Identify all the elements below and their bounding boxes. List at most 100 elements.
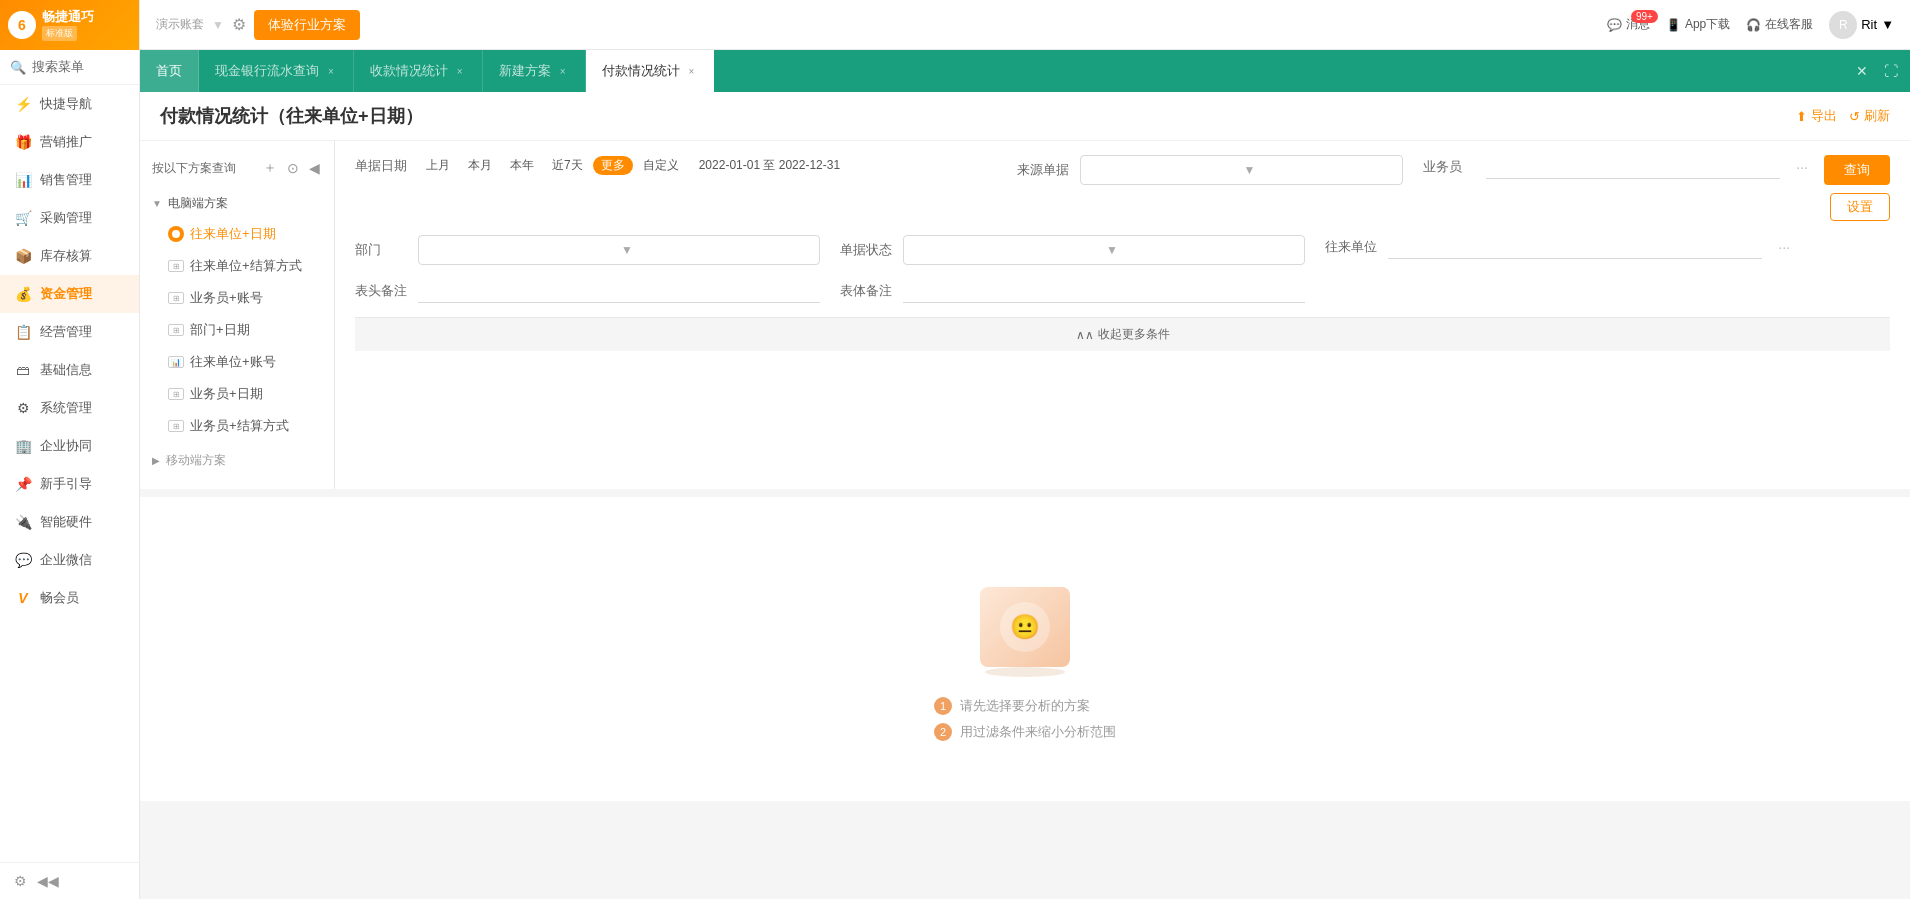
sidebar-item-guide[interactable]: 📌 新手引导	[0, 465, 139, 503]
service-icon: 🎧	[1746, 18, 1761, 32]
scheme-item-unit-date[interactable]: 往来单位+日期	[140, 218, 334, 250]
enterprise-icon: 🏢	[14, 437, 32, 455]
scheme-item-dept-date[interactable]: ⊞ 部门+日期	[140, 314, 334, 346]
scheme-item-unit-date-label: 往来单位+日期	[190, 225, 276, 243]
fund-label: 资金管理	[40, 285, 92, 303]
trial-btn[interactable]: 体验行业方案	[254, 10, 360, 40]
related-unit-more-btn[interactable]: ···	[1770, 239, 1790, 255]
tab-collection-label: 收款情况统计	[370, 62, 448, 80]
user-name: Rit	[1861, 17, 1877, 32]
collapse-label: 收起更多条件	[1098, 326, 1170, 343]
topbar: 演示账套 ▼ ⚙ 体验行业方案 💬 消息 99+ 📱 App下载 🎧 在线客服 …	[140, 0, 1910, 50]
quick-nav-icon: ⚡	[14, 95, 32, 113]
vip-icon: V	[14, 589, 32, 607]
scheme-section-desktop-header[interactable]: ▼ 电脑端方案	[140, 189, 334, 218]
date-more-btn[interactable]: 更多	[593, 156, 633, 175]
scheme-item-table-icon2: ⊞	[168, 292, 184, 304]
company-name: 演示账套	[156, 16, 204, 33]
sidebar-item-purchase[interactable]: 🛒 采购管理	[0, 199, 139, 237]
date-this-month-btn[interactable]: 本月	[460, 155, 500, 176]
scheme-item-salesperson-account[interactable]: ⊞ 业务员+账号	[140, 282, 334, 314]
table-head-remark-input[interactable]	[418, 279, 820, 303]
footer-settings-btn[interactable]: ⚙	[14, 873, 27, 889]
export-label: 导出	[1811, 107, 1837, 125]
tab-new-scheme-close[interactable]: ×	[557, 65, 569, 78]
sidebar-item-quick-nav[interactable]: ⚡ 快捷导航	[0, 85, 139, 123]
tab-cash-flow[interactable]: 现金银行流水查询 ×	[199, 50, 354, 92]
scheme-item-dept-date-label: 部门+日期	[190, 321, 250, 339]
tab-new-scheme-label: 新建方案	[499, 62, 551, 80]
scheme-section-mobile-header[interactable]: ▶ 移动端方案	[140, 446, 334, 475]
scheme-item-chart-icon: 📊	[168, 356, 184, 368]
close-all-btn[interactable]: ✕	[1852, 61, 1872, 81]
tab-collection-close[interactable]: ×	[454, 65, 466, 78]
sidebar-item-operation[interactable]: 📋 经营管理	[0, 313, 139, 351]
date-last-7-days-btn[interactable]: 近7天	[544, 155, 591, 176]
scheme-item-salesperson-date[interactable]: ⊞ 业务员+日期	[140, 378, 334, 410]
export-btn[interactable]: ⬆ 导出	[1796, 107, 1837, 125]
empty-hints: 1 请先选择要分析的方案 2 用过滤条件来缩小分析范围	[934, 697, 1116, 741]
date-custom-btn[interactable]: 自定义	[635, 155, 687, 176]
date-label: 单据日期	[355, 157, 410, 175]
collapse-bar[interactable]: ∧∧ 收起更多条件	[355, 317, 1890, 351]
dept-dropdown-icon: ▼	[621, 243, 811, 257]
footer-collapse-btn[interactable]: ◀◀	[37, 873, 59, 889]
logo-icon: 6	[8, 11, 36, 39]
online-service-btn[interactable]: 🎧 在线客服	[1746, 16, 1813, 33]
salesperson-more-btn[interactable]: ···	[1788, 159, 1808, 175]
tab-cash-flow-close[interactable]: ×	[325, 65, 337, 78]
messages-btn[interactable]: 💬 消息 99+	[1607, 16, 1650, 33]
user-info[interactable]: R Rit ▼	[1829, 11, 1894, 39]
search-menu[interactable]: 🔍 搜索菜单	[0, 50, 139, 85]
brand-info: 畅捷通巧 标准版	[42, 9, 94, 42]
scheme-add-btn[interactable]: ＋	[261, 157, 279, 179]
scheme-panel: 按以下方案查询 ＋ ⊙ ◀ ▼ 电脑端方案	[140, 141, 335, 489]
sidebar-item-sales[interactable]: 📊 销售管理	[0, 161, 139, 199]
related-unit-input[interactable]	[1388, 235, 1762, 259]
sidebar-item-marketing[interactable]: 🎁 营销推广	[0, 123, 139, 161]
sidebar-item-system[interactable]: ⚙ 系统管理	[0, 389, 139, 427]
scheme-collapse-btn[interactable]: ◀	[307, 158, 322, 178]
source-select[interactable]: ▼	[1080, 155, 1402, 185]
enterprise-label: 企业协同	[40, 437, 92, 455]
scheme-item-unit-payment[interactable]: ⊞ 往来单位+结算方式	[140, 250, 334, 282]
service-label: 在线客服	[1765, 16, 1813, 33]
app-download-btn[interactable]: 📱 App下载	[1666, 16, 1730, 33]
date-last-month-btn[interactable]: 上月	[418, 155, 458, 176]
date-this-year-btn[interactable]: 本年	[502, 155, 542, 176]
refresh-btn[interactable]: ↺ 刷新	[1849, 107, 1890, 125]
scheme-settings-btn[interactable]: ⊙	[285, 158, 301, 178]
tab-payment[interactable]: 付款情况统计 ×	[586, 50, 715, 92]
empty-box: 😐	[980, 587, 1070, 667]
tab-new-scheme[interactable]: 新建方案 ×	[483, 50, 586, 92]
sidebar-item-smart[interactable]: 🔌 智能硬件	[0, 503, 139, 541]
dept-select[interactable]: ▼	[418, 235, 820, 265]
sidebar-item-fund[interactable]: 💰 资金管理	[0, 275, 139, 313]
scheme-item-salesperson-payment[interactable]: ⊞ 业务员+结算方式	[140, 410, 334, 442]
marketing-icon: 🎁	[14, 133, 32, 151]
tab-home[interactable]: 首页	[140, 50, 199, 92]
empty-illustration: 😐	[965, 557, 1085, 677]
sidebar-item-basic[interactable]: 🗃 基础信息	[0, 351, 139, 389]
user-dropdown-icon: ▼	[1881, 17, 1894, 32]
query-btn[interactable]: 查询	[1824, 155, 1890, 185]
scheme-section-desktop: ▼ 电脑端方案 往来单位+日期 ⊞ 往来单位+结算方式	[140, 189, 334, 442]
filter-item-table-head-remark: 表头备注	[355, 279, 820, 303]
filter-settings-btn[interactable]: 设置	[1830, 193, 1890, 221]
table-body-remark-input[interactable]	[903, 279, 1305, 303]
sidebar-item-vip[interactable]: V 畅会员	[0, 579, 139, 617]
scheme-item-unit-account[interactable]: 📊 往来单位+账号	[140, 346, 334, 378]
filter-item-related-unit: 往来单位 ···	[1325, 235, 1790, 259]
filter-row-1: 单据日期 上月 本月 本年 近7天 更多 自定义 2022-01-01 至 20…	[355, 155, 1890, 221]
topbar-settings-icon[interactable]: ⚙	[232, 15, 246, 34]
salesperson-input[interactable]	[1486, 155, 1780, 179]
tab-payment-close[interactable]: ×	[686, 65, 698, 78]
sidebar-item-enterprise[interactable]: 🏢 企业协同	[0, 427, 139, 465]
sidebar-item-wechat[interactable]: 💬 企业微信	[0, 541, 139, 579]
sidebar-item-inventory[interactable]: 📦 库存核算	[0, 237, 139, 275]
maximize-btn[interactable]: ⛶	[1880, 61, 1902, 81]
voucher-status-select[interactable]: ▼	[903, 235, 1305, 265]
tab-collection[interactable]: 收款情况统计 ×	[354, 50, 483, 92]
scheme-item-table-icon4: ⊞	[168, 388, 184, 400]
tabbar-spacer	[714, 50, 1844, 92]
